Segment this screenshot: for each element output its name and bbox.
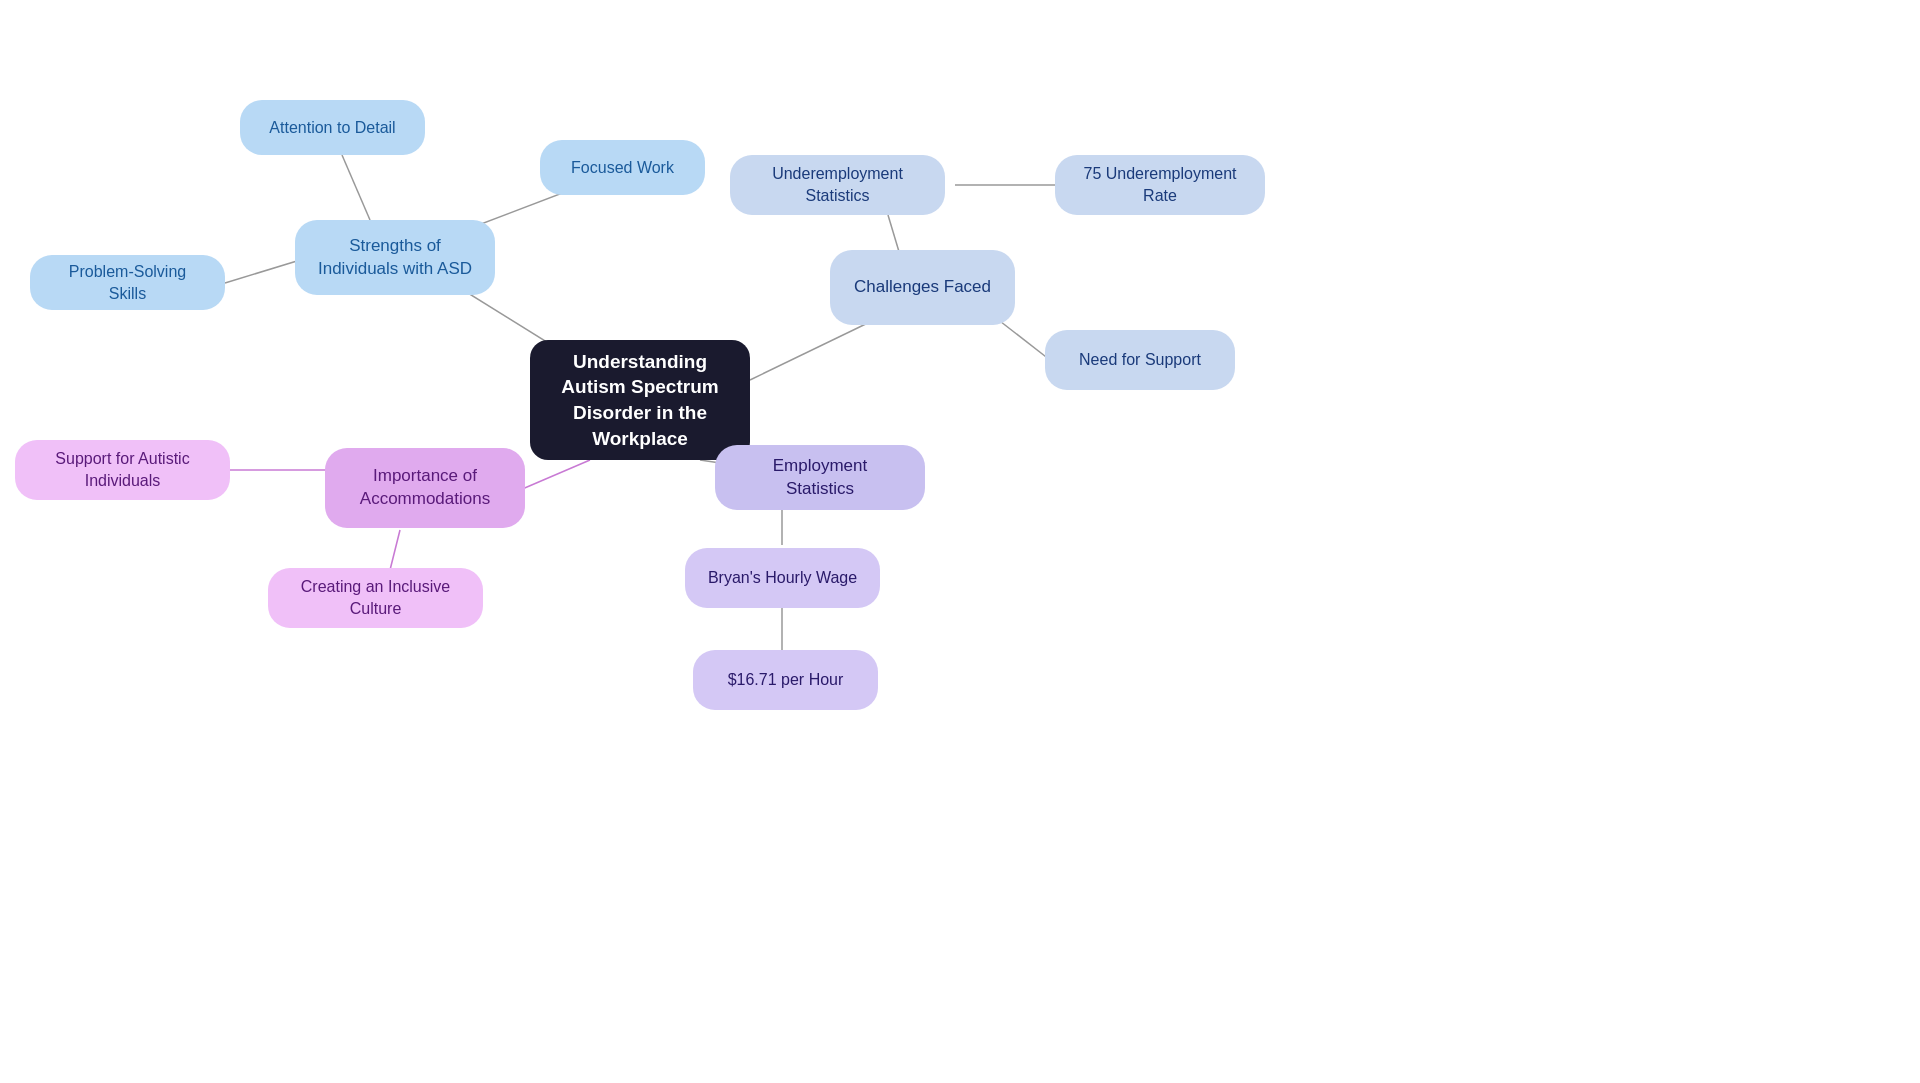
- attention-detail-node[interactable]: Attention to Detail: [240, 100, 425, 155]
- strengths-asd-label: Strengths of Individuals with ASD: [317, 235, 473, 281]
- focused-work-label: Focused Work: [571, 157, 674, 179]
- hourly-rate-node[interactable]: $16.71 per Hour: [693, 650, 878, 710]
- employment-stats-node[interactable]: Employment Statistics: [715, 445, 925, 510]
- underemployment-stats-node[interactable]: Underemployment Statistics: [730, 155, 945, 215]
- need-support-label: Need for Support: [1079, 349, 1201, 371]
- problem-solving-label: Problem-Solving Skills: [52, 261, 203, 304]
- svg-line-8: [520, 460, 590, 490]
- support-autistic-node[interactable]: Support for Autistic Individuals: [15, 440, 230, 500]
- importance-accommodations-label: Importance of Accommodations: [347, 465, 503, 511]
- svg-line-1: [342, 155, 370, 220]
- importance-accommodations-node[interactable]: Importance of Accommodations: [325, 448, 525, 528]
- challenges-faced-node[interactable]: Challenges Faced: [830, 250, 1015, 325]
- underemployment-stats-label: Underemployment Statistics: [752, 163, 923, 206]
- employment-stats-label: Employment Statistics: [737, 455, 903, 501]
- underemployment-rate-label: 75 Underemployment Rate: [1077, 163, 1243, 206]
- problem-solving-node[interactable]: Problem-Solving Skills: [30, 255, 225, 310]
- svg-line-10: [390, 530, 400, 570]
- bryans-wage-node[interactable]: Bryan's Hourly Wage: [685, 548, 880, 608]
- challenges-faced-label: Challenges Faced: [854, 276, 991, 299]
- center-label: Understanding Autism Spectrum Disorder i…: [552, 349, 728, 452]
- creating-inclusive-node[interactable]: Creating an Inclusive Culture: [268, 568, 483, 628]
- focused-work-node[interactable]: Focused Work: [540, 140, 705, 195]
- hourly-rate-label: $16.71 per Hour: [728, 669, 844, 691]
- strengths-asd-node[interactable]: Strengths of Individuals with ASD: [295, 220, 495, 295]
- attention-detail-label: Attention to Detail: [269, 117, 395, 139]
- support-autistic-label: Support for Autistic Individuals: [37, 448, 208, 491]
- bryans-wage-label: Bryan's Hourly Wage: [708, 567, 857, 589]
- svg-line-5: [888, 215, 900, 255]
- center-node: Understanding Autism Spectrum Disorder i…: [530, 340, 750, 460]
- need-support-node[interactable]: Need for Support: [1045, 330, 1235, 390]
- underemployment-rate-node[interactable]: 75 Underemployment Rate: [1055, 155, 1265, 215]
- creating-inclusive-label: Creating an Inclusive Culture: [290, 576, 461, 619]
